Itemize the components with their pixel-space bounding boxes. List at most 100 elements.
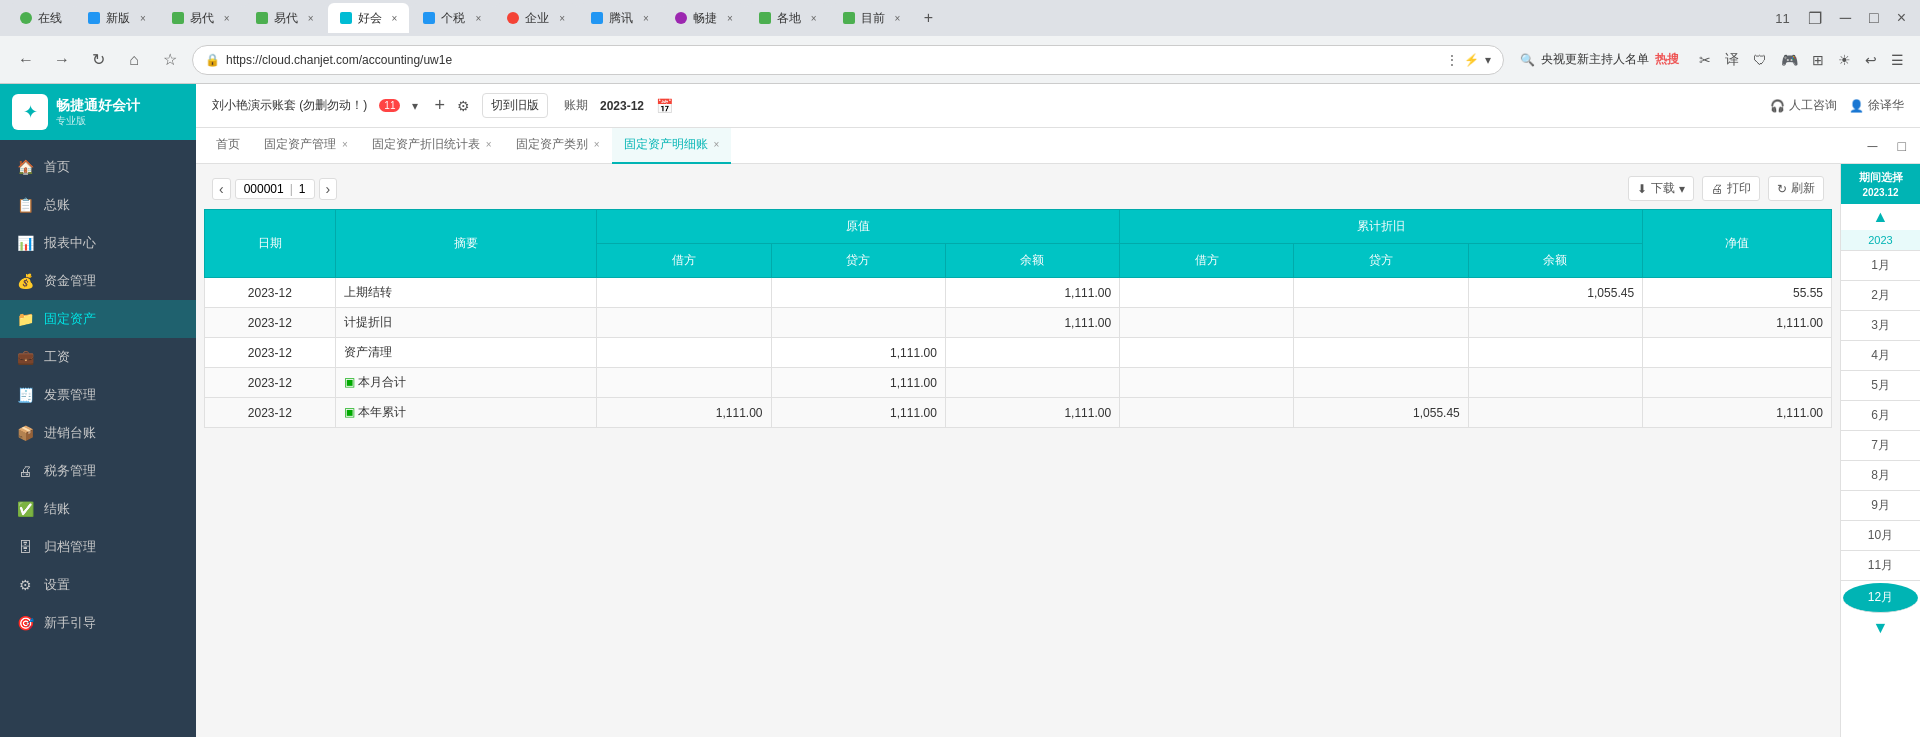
page-tab-home[interactable]: 首页 [204,128,252,164]
sidebar-item-invoices[interactable]: 🧾 发票管理 [0,376,196,414]
undo-icon[interactable]: ↩ [1861,48,1881,72]
reload-button[interactable]: ↻ [84,46,112,74]
page-tab-close-assets-detail[interactable]: × [714,139,720,150]
back-button[interactable]: ← [12,46,40,74]
tab-close-muqian[interactable]: × [895,13,901,24]
calendar-icon[interactable]: 📅 [656,98,673,114]
bookmark-button[interactable]: ☆ [156,46,184,74]
home-button[interactable]: ⌂ [120,46,148,74]
game-icon[interactable]: 🎮 [1777,48,1802,72]
menu-icon[interactable]: ☰ [1887,48,1908,72]
sidebar-item-fixed-assets[interactable]: 📁 固定资产 [0,300,196,338]
minimize-window-icon[interactable]: ─ [1862,136,1884,156]
period-month-9[interactable]: 9月 [1841,491,1920,521]
period-month-2[interactable]: 2月 [1841,281,1920,311]
new-tab-button[interactable]: + [914,4,942,32]
tab-close-yidai1[interactable]: × [224,13,230,24]
period-year-2023[interactable]: 2023 [1841,230,1920,251]
translate-icon[interactable]: 译 [1721,47,1743,73]
browser-tab-muqian[interactable]: 目前 × [831,3,913,33]
page-tab-close-assets-category[interactable]: × [594,139,600,150]
sidebar-item-settings[interactable]: ⚙ 设置 [0,566,196,604]
shield-icon[interactable]: 🛡 [1749,48,1771,72]
address-menu-icon[interactable]: ⋮ [1446,53,1458,67]
address-input[interactable]: 🔒 https://cloud.chanjet.com/accounting/u… [192,45,1504,75]
browser-tab-haokuai[interactable]: 好会 × [328,3,410,33]
browser-tab-changjie[interactable]: 畅捷 × [663,3,745,33]
period-month-10[interactable]: 10月 [1841,521,1920,551]
refresh-button[interactable]: ↻ 刷新 [1768,176,1824,201]
tab-close-tencent[interactable]: × [643,13,649,24]
sidebar-item-home[interactable]: 🏠 首页 [0,148,196,186]
page-tab-assets-category[interactable]: 固定资产类别 × [504,128,612,164]
tab-close-haokuai[interactable]: × [392,13,398,24]
user-profile-button[interactable]: 👤 徐译华 [1849,97,1904,114]
download-button[interactable]: ⬇ 下载 ▾ [1628,176,1694,201]
window-restore[interactable]: ❐ [1802,6,1828,31]
next-page-button[interactable]: › [319,178,338,200]
tab-close-geshui[interactable]: × [475,13,481,24]
browser-tab-gedi[interactable]: 各地 × [747,3,829,33]
period-scroll-down[interactable]: ▼ [1841,615,1920,641]
page-tab-close-depreciation-stats[interactable]: × [486,139,492,150]
browser-tab-new[interactable]: 新版 × [76,3,158,33]
sidebar-item-reports[interactable]: 📊 报表中心 [0,224,196,262]
page-input[interactable]: 000001 | 1 [235,179,315,199]
switch-version-button[interactable]: 切到旧版 [482,93,548,118]
period-month-1[interactable]: 1月 [1841,251,1920,281]
add-company-icon[interactable]: + [434,95,445,116]
sidebar-item-general-ledger[interactable]: 📋 总账 [0,186,196,224]
prev-page-button[interactable]: ‹ [212,178,231,200]
period-month-11[interactable]: 11月 [1841,551,1920,581]
brightness-icon[interactable]: ☀ [1834,48,1855,72]
page-tab-assets-detail[interactable]: 固定资产明细账 × [612,128,732,164]
window-maximize[interactable]: □ [1863,6,1885,30]
search-area[interactable]: 🔍 央视更新主持人名单 热搜 [1520,51,1679,68]
page-tab-assets-management[interactable]: 固定资产管理 × [252,128,360,164]
tab-close-gedi[interactable]: × [811,13,817,24]
company-name[interactable]: 刘小艳演示账套 (勿删勿动！) [212,97,367,114]
sidebar-item-closing[interactable]: ✅ 结账 [0,490,196,528]
tab-close-yidai2[interactable]: × [308,13,314,24]
sidebar-item-tax[interactable]: 🖨 税务管理 [0,452,196,490]
browser-tab-yidai2[interactable]: 易代 × [244,3,326,33]
tab-close-new[interactable]: × [140,13,146,24]
browser-tab-yidai1[interactable]: 易代 × [160,3,242,33]
period-month-6[interactable]: 6月 [1841,401,1920,431]
window-close[interactable]: × [1891,6,1912,30]
scissors-icon[interactable]: ✂ [1695,48,1715,72]
address-dropdown-icon[interactable]: ▾ [1485,53,1491,67]
period-month-5[interactable]: 5月 [1841,371,1920,401]
period-month-12[interactable]: 12月 [1843,583,1918,613]
browser-tab-tencent[interactable]: 腾讯 × [579,3,661,33]
settings-small-icon[interactable]: ⚙ [457,98,470,114]
header-dropdown-icon[interactable]: ▾ [412,99,418,113]
forward-button[interactable]: → [48,46,76,74]
tab-close-changjie[interactable]: × [727,13,733,24]
browser-tab-qiye[interactable]: 企业 × [495,3,577,33]
period-month-4[interactable]: 4月 [1841,341,1920,371]
browser-tab-geshui[interactable]: 个税 × [411,3,493,33]
badge-count[interactable]: 11 [1769,8,1795,29]
browser-tab-online[interactable]: 在线 [8,3,74,33]
cell-summary: 计提折旧 [335,308,596,338]
sidebar-item-payroll[interactable]: 💼 工资 [0,338,196,376]
tab-close-qiye[interactable]: × [559,13,565,24]
period-month-8[interactable]: 8月 [1841,461,1920,491]
period-scroll-up[interactable]: ▲ [1841,204,1920,230]
consultant-button[interactable]: 🎧 人工咨询 [1770,97,1837,114]
sidebar-item-funds[interactable]: 💰 资金管理 [0,262,196,300]
sidebar-item-guide[interactable]: 🎯 新手引导 [0,604,196,642]
period-month-3[interactable]: 3月 [1841,311,1920,341]
page-tab-depreciation-stats[interactable]: 固定资产折旧统计表 × [360,128,504,164]
sidebar-item-sales[interactable]: 📦 进销台账 [0,414,196,452]
address-bolt-icon[interactable]: ⚡ [1464,53,1479,67]
print-button[interactable]: 🖨 打印 [1702,176,1760,201]
period-month-7[interactable]: 7月 [1841,431,1920,461]
sidebar-item-archive[interactable]: 🗄 归档管理 [0,528,196,566]
grid-icon[interactable]: ⊞ [1808,48,1828,72]
maximize-window-icon[interactable]: □ [1892,136,1912,156]
window-minimize[interactable]: ─ [1834,6,1857,30]
notification-badge[interactable]: 11 [379,99,400,112]
page-tab-close-assets-management[interactable]: × [342,139,348,150]
